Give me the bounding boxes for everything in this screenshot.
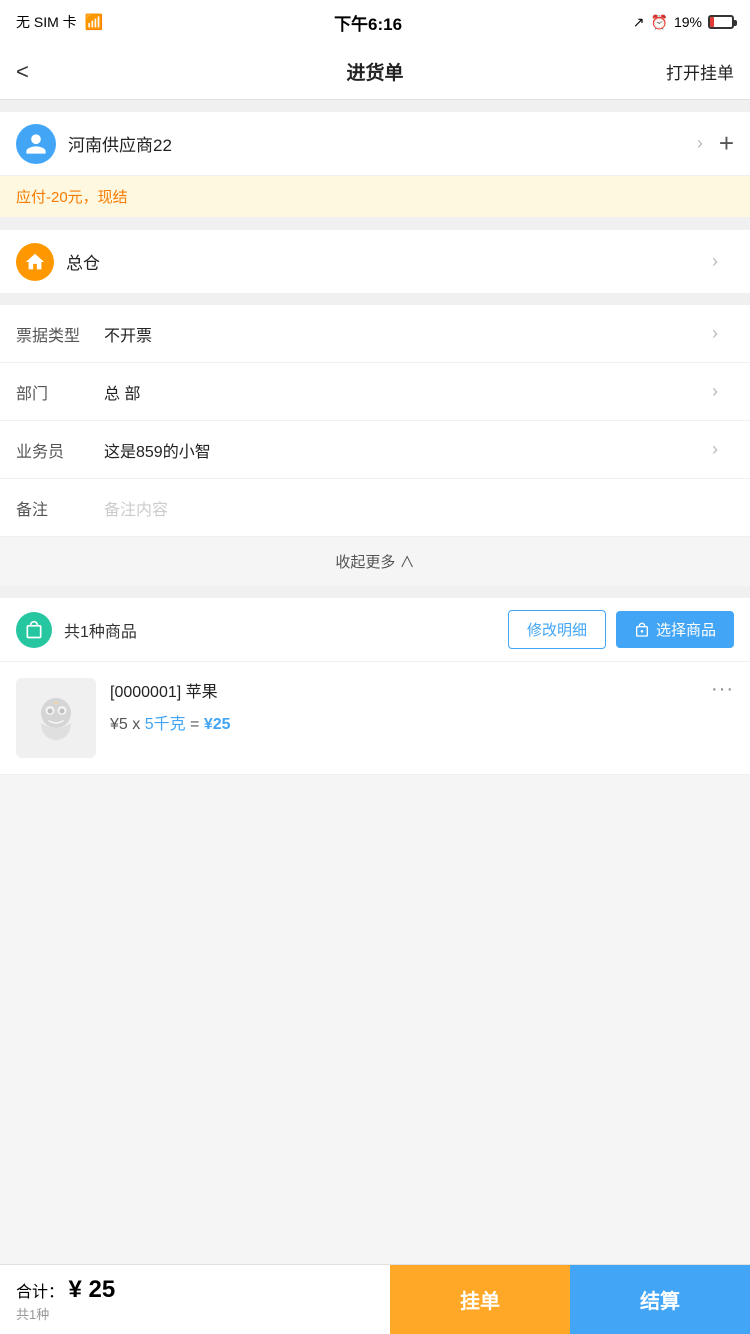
- warehouse-section: 总仓 ›: [0, 229, 750, 293]
- product-price: ¥5 x 5千克 = ¥25: [110, 710, 703, 734]
- department-value: 总 部: [96, 380, 712, 404]
- person-icon: [24, 132, 48, 156]
- hang-order-button[interactable]: 挂单: [390, 1265, 570, 1334]
- section-divider-3: [0, 293, 750, 305]
- home-icon: [24, 251, 46, 273]
- alarm-icon: ⏰: [651, 14, 668, 31]
- warehouse-chevron-icon: ›: [712, 251, 718, 272]
- product-equals: =: [190, 716, 204, 733]
- battery-icon: [708, 15, 734, 29]
- products-header: 共1种商品 修改明细 选择商品: [0, 598, 750, 662]
- footer-total-row: 合计： ¥ 25: [16, 1276, 374, 1304]
- product-quantity[interactable]: 5千克: [145, 716, 186, 733]
- open-pending-button[interactable]: 打开挂单: [666, 59, 734, 84]
- supplier-avatar: [16, 124, 56, 164]
- status-left: 无 SIM 卡 📶: [16, 12, 103, 32]
- product-placeholder-icon: [31, 693, 81, 743]
- page-title: 进货单: [346, 58, 403, 85]
- product-info: [0000001] 苹果 ¥5 x 5千克 = ¥25: [110, 678, 703, 734]
- remark-label: 备注: [16, 496, 96, 520]
- salesman-label: 业务员: [16, 438, 96, 462]
- warehouse-icon: [16, 243, 54, 281]
- department-row[interactable]: 部门 总 部 ›: [0, 363, 750, 421]
- footer-spacer: [0, 775, 750, 855]
- section-divider-2: [0, 217, 750, 229]
- product-more-button[interactable]: ···: [711, 678, 734, 701]
- battery-percent: 19%: [674, 14, 702, 30]
- products-icon: [16, 612, 52, 648]
- collapse-button[interactable]: 收起更多 ∧: [0, 537, 750, 586]
- product-code: [0000001]: [110, 684, 186, 701]
- add-supplier-button[interactable]: +: [719, 128, 734, 159]
- section-divider-4: [0, 586, 750, 598]
- supplier-chevron-icon: ›: [697, 133, 703, 154]
- select-product-icon: [634, 622, 650, 638]
- product-thumbnail: [16, 678, 96, 758]
- product-name: [0000001] 苹果: [110, 678, 703, 702]
- total-amount: ¥ 25: [68, 1276, 115, 1303]
- product-unit-price: ¥5 x: [110, 716, 145, 733]
- footer-total: 合计： ¥ 25 共1种: [0, 1276, 390, 1323]
- supplier-name: 河南供应商22: [68, 131, 697, 156]
- warehouse-name: 总仓: [66, 249, 712, 274]
- supplier-row[interactable]: 河南供应商22 › +: [0, 112, 750, 176]
- product-total: ¥25: [204, 716, 231, 733]
- checkout-button[interactable]: 结算: [570, 1265, 750, 1334]
- battery-fill: [710, 17, 714, 27]
- balance-notice: 应付-20元，现结: [0, 176, 750, 217]
- carrier-text: 无 SIM 卡: [16, 12, 77, 32]
- nav-bar: < 进货单 打开挂单: [0, 44, 750, 100]
- department-chevron-icon: ›: [712, 381, 718, 402]
- invoice-chevron-icon: ›: [712, 323, 718, 344]
- invoice-type-row[interactable]: 票据类型 不开票 ›: [0, 305, 750, 363]
- products-count-label: 共1种商品: [64, 618, 508, 642]
- total-label: 合计：: [16, 1284, 64, 1301]
- location-icon: ↗: [633, 14, 645, 31]
- select-product-label: 选择商品: [656, 619, 716, 640]
- remark-row[interactable]: 备注 备注内容: [0, 479, 750, 537]
- wifi-icon: 📶: [85, 13, 104, 31]
- edit-detail-button[interactable]: 修改明细: [508, 610, 606, 649]
- status-time: 下午6:16: [334, 10, 402, 35]
- products-section: 共1种商品 修改明细 选择商品 [0000001: [0, 598, 750, 775]
- product-title: 苹果: [186, 684, 218, 701]
- footer: 合计： ¥ 25 共1种 挂单 结算: [0, 1264, 750, 1334]
- salesman-value: 这是859的小智: [96, 438, 712, 462]
- supplier-section: 河南供应商22 › + 应付-20元，现结: [0, 112, 750, 217]
- section-divider-1: [0, 100, 750, 112]
- invoice-type-value: 不开票: [96, 322, 712, 346]
- warehouse-row[interactable]: 总仓 ›: [0, 229, 750, 293]
- total-count: 共1种: [16, 1304, 374, 1323]
- product-item: [0000001] 苹果 ¥5 x 5千克 = ¥25 ···: [0, 662, 750, 775]
- status-bar: 无 SIM 卡 📶 下午6:16 ↗ ⏰ 19%: [0, 0, 750, 44]
- shopping-bag-icon: [24, 620, 44, 640]
- status-right: ↗ ⏰ 19%: [633, 14, 734, 31]
- salesman-chevron-icon: ›: [712, 439, 718, 460]
- salesman-row[interactable]: 业务员 这是859的小智 ›: [0, 421, 750, 479]
- remark-placeholder[interactable]: 备注内容: [96, 496, 734, 520]
- invoice-type-label: 票据类型: [16, 322, 96, 346]
- select-product-button[interactable]: 选择商品: [616, 611, 734, 648]
- form-section: 票据类型 不开票 › 部门 总 部 › 业务员 这是859的小智 › 备注 备注…: [0, 305, 750, 537]
- back-button[interactable]: <: [16, 59, 29, 85]
- department-label: 部门: [16, 380, 96, 404]
